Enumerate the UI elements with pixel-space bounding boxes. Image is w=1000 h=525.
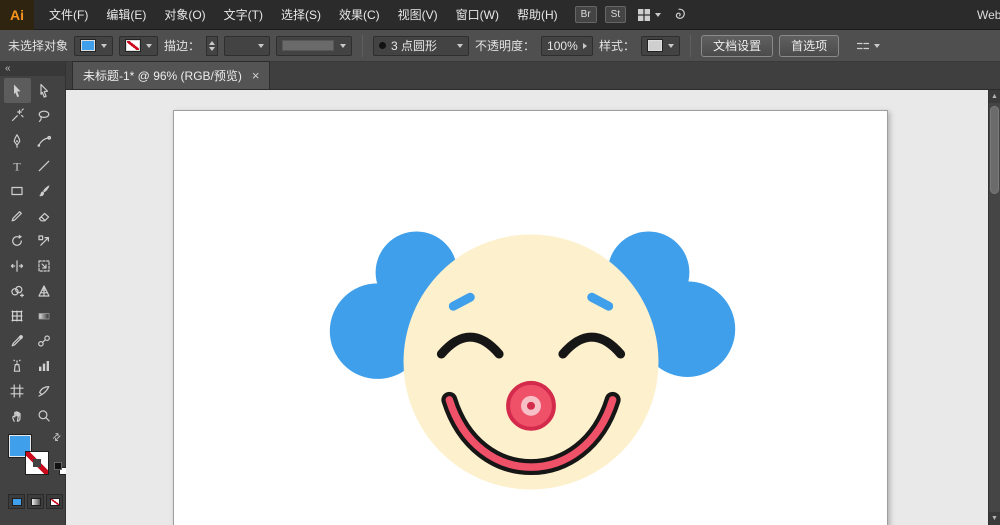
menu-help[interactable]: 帮助(H) — [508, 0, 567, 30]
column-graph-tool[interactable] — [31, 353, 58, 378]
menu-bar: Ai 文件(F) 编辑(E) 对象(O) 文字(T) 选择(S) 效果(C) 视… — [0, 0, 1000, 30]
illustrator-logo-icon: Ai — [0, 0, 34, 30]
eraser-tool[interactable] — [31, 203, 58, 228]
canvas-area[interactable] — [66, 90, 988, 525]
main-menu: 文件(F) 编辑(E) 对象(O) 文字(T) 选择(S) 效果(C) 视图(V… — [40, 0, 567, 30]
color-mode-button[interactable] — [8, 494, 25, 509]
rectangle-tool[interactable] — [4, 178, 31, 203]
vertical-scrollbar[interactable]: ▲ ▼ — [988, 90, 1000, 525]
stroke-color-dropdown[interactable] — [119, 35, 159, 56]
type-tool[interactable]: T — [4, 153, 31, 178]
eyedropper-tool[interactable] — [4, 328, 31, 353]
lasso-tool[interactable] — [31, 103, 58, 128]
tools-panel: « T ⇄ — [0, 62, 67, 525]
pencil-tool[interactable] — [4, 203, 31, 228]
direct-selection-tool[interactable] — [31, 78, 58, 103]
clown-artwork — [329, 231, 736, 490]
perspective-grid-tool[interactable] — [31, 278, 58, 303]
collapse-panel-icon[interactable]: « — [0, 62, 65, 76]
artboard-tool[interactable] — [4, 378, 31, 403]
line-segment-tool[interactable] — [31, 153, 58, 178]
stroke-none-swatch — [125, 39, 142, 52]
fill-color-dropdown[interactable] — [74, 35, 114, 56]
clown-face[interactable] — [403, 234, 659, 490]
menu-window[interactable]: 窗口(W) — [447, 0, 508, 30]
clown-nose-center-dot[interactable] — [527, 401, 535, 410]
selection-status-label: 未选择对象 — [8, 39, 69, 53]
arrange-documents-icon[interactable] — [636, 7, 662, 23]
paintbrush-tool[interactable] — [31, 178, 58, 203]
separator — [362, 34, 364, 57]
svg-text:T: T — [13, 159, 21, 173]
opacity-label: 不透明度： — [475, 39, 536, 53]
document-tab-title: 未标题-1* @ 96% (RGB/预览) — [83, 69, 242, 83]
slice-tool[interactable] — [31, 378, 58, 403]
artboard[interactable] — [173, 110, 888, 525]
magic-wand-tool[interactable] — [4, 103, 31, 128]
brush-definition-dropdown[interactable] — [276, 35, 353, 56]
document-setup-button[interactable]: 文档设置 — [701, 34, 774, 57]
gradient-mode-button[interactable] — [27, 494, 44, 509]
mesh-tool[interactable] — [4, 303, 31, 328]
stroke-swatch[interactable] — [25, 451, 49, 475]
width-tool[interactable] — [4, 253, 31, 278]
menu-file[interactable]: 文件(F) — [40, 0, 97, 30]
rotate-tool[interactable] — [4, 228, 31, 253]
curvature-tool[interactable] — [31, 128, 58, 153]
blend-tool[interactable] — [31, 328, 58, 353]
cs-live-icon[interactable] — [671, 7, 687, 23]
variable-width-profile-dropdown[interactable]: 3 点圆形 — [373, 35, 470, 56]
stroke-weight-dropdown[interactable] — [224, 35, 271, 56]
opacity-slider-arrow-icon[interactable] — [583, 42, 588, 49]
control-bar: 未选择对象 描边： 3 点圆形 不透明度： 100% 样式： 文档设置 首选项 — [0, 30, 1000, 62]
style-label: 样式： — [599, 39, 636, 53]
fill-color-swatch — [80, 39, 97, 52]
stroke-weight-label: 描边： — [164, 39, 201, 53]
color-mode-buttons — [8, 494, 65, 509]
bridge-button[interactable]: Br — [574, 6, 597, 23]
fill-stroke-controls: ⇄ — [8, 431, 67, 484]
scroll-up-icon[interactable]: ▲ — [989, 90, 1000, 103]
tab-bar: 未标题-1* @ 96% (RGB/预览) × — [66, 61, 1000, 90]
symbol-sprayer-tool[interactable] — [4, 353, 31, 378]
hand-tool[interactable] — [4, 403, 31, 428]
selection-tool[interactable] — [3, 78, 31, 103]
stock-button[interactable]: St — [604, 6, 627, 23]
stroke-weight-stepper[interactable] — [206, 35, 219, 56]
panel-options-icon[interactable] — [855, 38, 881, 54]
pen-tool[interactable] — [4, 128, 31, 153]
illustrator-window: Ai 文件(F) 编辑(E) 对象(O) 文字(T) 选择(S) 效果(C) 视… — [0, 0, 1000, 525]
shape-builder-tool[interactable] — [4, 278, 31, 303]
scale-tool[interactable] — [31, 228, 58, 253]
document-tab[interactable]: 未标题-1* @ 96% (RGB/预览) × — [72, 61, 271, 89]
swap-fill-stroke-icon[interactable]: ⇄ — [50, 431, 64, 445]
stroke-hole — [33, 459, 41, 467]
opacity-field[interactable]: 100% — [541, 35, 594, 56]
menu-select[interactable]: 选择(S) — [272, 0, 330, 30]
free-transform-tool[interactable] — [31, 253, 58, 278]
style-dropdown[interactable] — [641, 35, 681, 56]
preferences-button[interactable]: 首选项 — [779, 34, 840, 57]
menu-effect[interactable]: 效果(C) — [330, 0, 389, 30]
menu-edit[interactable]: 编辑(E) — [97, 0, 155, 30]
workspace-switcher[interactable]: Web — [977, 0, 1000, 30]
gradient-tool[interactable] — [31, 303, 58, 328]
style-swatch — [647, 39, 664, 52]
tools-grid: T — [3, 78, 62, 428]
variable-width-profile-value: 3 点圆形 — [391, 39, 438, 53]
opacity-value: 100% — [547, 38, 578, 53]
menu-view[interactable]: 视图(V) — [389, 0, 447, 30]
menu-object[interactable]: 对象(O) — [155, 0, 214, 30]
scroll-down-icon[interactable]: ▼ — [989, 512, 1000, 525]
brush-preview — [282, 40, 335, 51]
none-mode-button[interactable] — [46, 494, 63, 509]
tab-close-icon[interactable]: × — [252, 69, 260, 82]
scrollbar-thumb[interactable] — [990, 106, 999, 194]
brush-dot-icon — [379, 42, 387, 49]
zoom-tool[interactable] — [31, 403, 58, 428]
menu-type[interactable]: 文字(T) — [215, 0, 272, 30]
separator — [690, 34, 692, 57]
